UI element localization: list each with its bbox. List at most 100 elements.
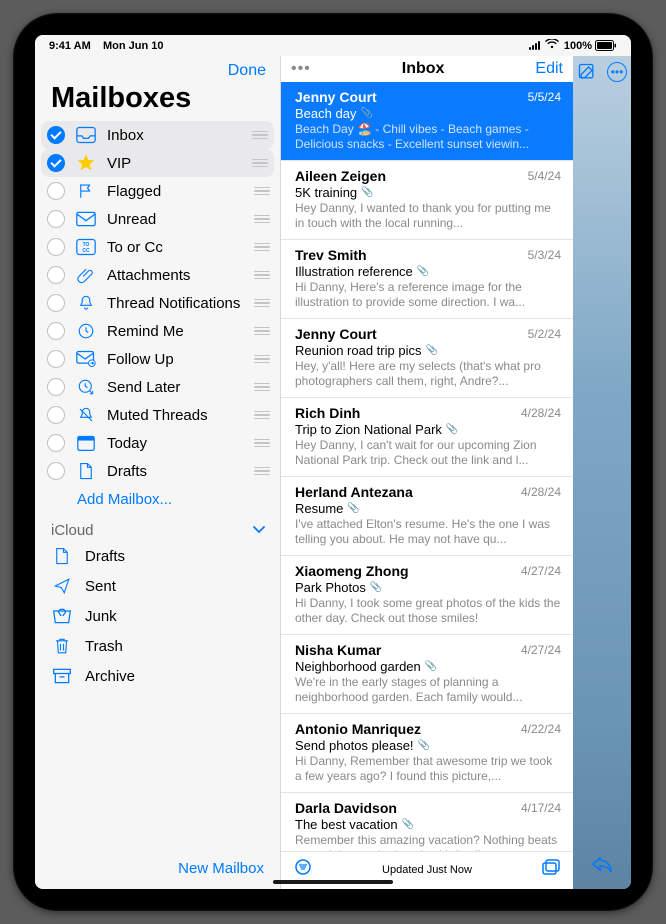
mailbox-item-tocc[interactable]: TOCC To or Cc [35, 233, 280, 261]
folder-item-trash[interactable]: Trash [35, 631, 280, 661]
reorder-handle-icon[interactable] [252, 159, 268, 168]
checkbox-icon[interactable] [47, 434, 65, 452]
checkbox-icon[interactable] [47, 238, 65, 256]
message-preview: Hi Danny, Here's a reference image for t… [295, 280, 561, 310]
checkbox-icon[interactable] [47, 322, 65, 340]
paperclip-icon: 📎 [425, 345, 437, 356]
compose-button[interactable] [577, 62, 597, 87]
message-date: 5/5/24 [528, 90, 561, 104]
more-dots-icon[interactable]: ••• [291, 60, 311, 78]
stack-icon[interactable] [541, 858, 561, 881]
icloud-label: iCloud [51, 522, 94, 539]
folder-item-archive[interactable]: Archive [35, 661, 280, 691]
done-button[interactable]: Done [228, 62, 266, 80]
folder-item-sent[interactable]: Sent [35, 571, 280, 601]
reorder-handle-icon[interactable] [254, 411, 270, 420]
message-list[interactable]: Jenny Court 5/5/24 Beach day 📎 Beach Day… [281, 82, 573, 851]
clock-send-icon [74, 378, 98, 396]
paperplane-icon [51, 577, 73, 595]
message-date: 5/2/24 [528, 327, 561, 341]
message-subject: Neighborhood garden [295, 659, 421, 674]
reorder-handle-icon[interactable] [254, 355, 270, 364]
message-row[interactable]: Jenny Court 5/5/24 Beach day 📎 Beach Day… [281, 82, 573, 161]
mailbox-item-attachments[interactable]: Attachments [35, 261, 280, 289]
message-row[interactable]: Aileen Zeigen 5/4/24 5K training 📎 Hey D… [281, 161, 573, 240]
message-row[interactable]: Antonio Manriquez 4/22/24 Send photos pl… [281, 714, 573, 793]
add-mailbox-button[interactable]: Add Mailbox... [35, 485, 280, 518]
mailbox-item-vip[interactable]: VIP [41, 149, 274, 177]
message-row[interactable]: Xiaomeng Zhong 4/27/24 Park Photos 📎 Hi … [281, 556, 573, 635]
reorder-handle-icon[interactable] [254, 271, 270, 280]
mailbox-item-drafts[interactable]: Drafts [35, 457, 280, 485]
mailbox-label: Today [107, 435, 245, 452]
message-row[interactable]: Jenny Court 5/2/24 Reunion road trip pic… [281, 319, 573, 398]
message-subject: Reunion road trip pics [295, 343, 421, 358]
mailbox-item-flagged[interactable]: Flagged [35, 177, 280, 205]
sidebar-title: Mailboxes [35, 80, 280, 121]
message-row[interactable]: Nisha Kumar 4/27/24 Neighborhood garden … [281, 635, 573, 714]
reorder-handle-icon[interactable] [254, 327, 270, 336]
checkbox-icon[interactable] [47, 462, 65, 480]
checkbox-icon[interactable] [47, 378, 65, 396]
home-indicator[interactable] [273, 880, 393, 884]
reply-button[interactable] [590, 854, 614, 879]
checkbox-icon[interactable] [47, 182, 65, 200]
mailbox-item-thread-notifications[interactable]: Thread Notifications [35, 289, 280, 317]
message-row[interactable]: Herland Antezana 4/28/24 Resume 📎 I've a… [281, 477, 573, 556]
mailbox-item-muted-threads[interactable]: Muted Threads [35, 401, 280, 429]
message-row[interactable]: Darla Davidson 4/17/24 The best vacation… [281, 793, 573, 851]
message-list-pane: ••• Inbox Edit Jenny Court 5/5/24 Beach … [281, 56, 573, 889]
folder-item-drafts[interactable]: Drafts [35, 541, 280, 571]
mailbox-label: Attachments [107, 267, 245, 284]
mailbox-item-inbox[interactable]: Inbox [41, 121, 274, 149]
filter-button[interactable] [293, 859, 313, 880]
mailbox-label: Remind Me [107, 323, 245, 340]
mailboxes-sidebar: Done Mailboxes Inbox VIP [35, 56, 281, 889]
detail-toolbar: ••• [577, 56, 627, 87]
mailbox-item-unread[interactable]: Unread [35, 205, 280, 233]
mailbox-label: Flagged [107, 183, 245, 200]
reorder-handle-icon[interactable] [254, 215, 270, 224]
split-view: Done Mailboxes Inbox VIP [35, 56, 631, 889]
message-sender: Jenny Court [295, 326, 377, 342]
checkbox-icon[interactable] [47, 350, 65, 368]
reorder-handle-icon[interactable] [254, 467, 270, 476]
message-date: 4/17/24 [521, 801, 561, 815]
paperclip-icon: 📎 [347, 503, 359, 514]
reorder-handle-icon[interactable] [254, 243, 270, 252]
message-preview: Beach Day 🏖️ - Chill vibes - Beach games… [295, 122, 561, 152]
reorder-handle-icon[interactable] [254, 383, 270, 392]
folder-item-junk[interactable]: Junk [35, 601, 280, 631]
junk-icon [51, 607, 73, 625]
message-date: 5/3/24 [528, 248, 561, 262]
message-subject: Resume [295, 501, 343, 516]
message-subject: Park Photos [295, 580, 366, 595]
mailbox-label: Send Later [107, 379, 245, 396]
edit-button[interactable]: Edit [535, 60, 563, 78]
message-subject: 5K training [295, 185, 357, 200]
checkbox-icon[interactable] [47, 294, 65, 312]
message-row[interactable]: Trev Smith 5/3/24 Illustration reference… [281, 240, 573, 319]
more-button[interactable]: ••• [607, 62, 627, 82]
checkbox-icon[interactable] [47, 126, 65, 144]
reorder-handle-icon[interactable] [254, 299, 270, 308]
message-row[interactable]: Rich Dinh 4/28/24 Trip to Zion National … [281, 398, 573, 477]
mailbox-item-today[interactable]: Today [35, 429, 280, 457]
mailbox-item-send-later[interactable]: Send Later [35, 373, 280, 401]
checkbox-icon[interactable] [47, 210, 65, 228]
icloud-section-header[interactable]: iCloud [35, 518, 280, 541]
mailbox-label: To or Cc [107, 239, 245, 256]
mailbox-item-follow-up[interactable]: Follow Up [35, 345, 280, 373]
checkbox-icon[interactable] [47, 154, 65, 172]
message-subject: Illustration reference [295, 264, 413, 279]
new-mailbox-button[interactable]: New Mailbox [178, 860, 264, 877]
calendar-icon [74, 434, 98, 452]
reorder-handle-icon[interactable] [254, 187, 270, 196]
message-sender: Nisha Kumar [295, 642, 381, 658]
checkbox-icon[interactable] [47, 266, 65, 284]
folder-label: Sent [85, 578, 266, 595]
reorder-handle-icon[interactable] [252, 131, 268, 140]
reorder-handle-icon[interactable] [254, 439, 270, 448]
mailbox-item-remind-me[interactable]: Remind Me [35, 317, 280, 345]
checkbox-icon[interactable] [47, 406, 65, 424]
